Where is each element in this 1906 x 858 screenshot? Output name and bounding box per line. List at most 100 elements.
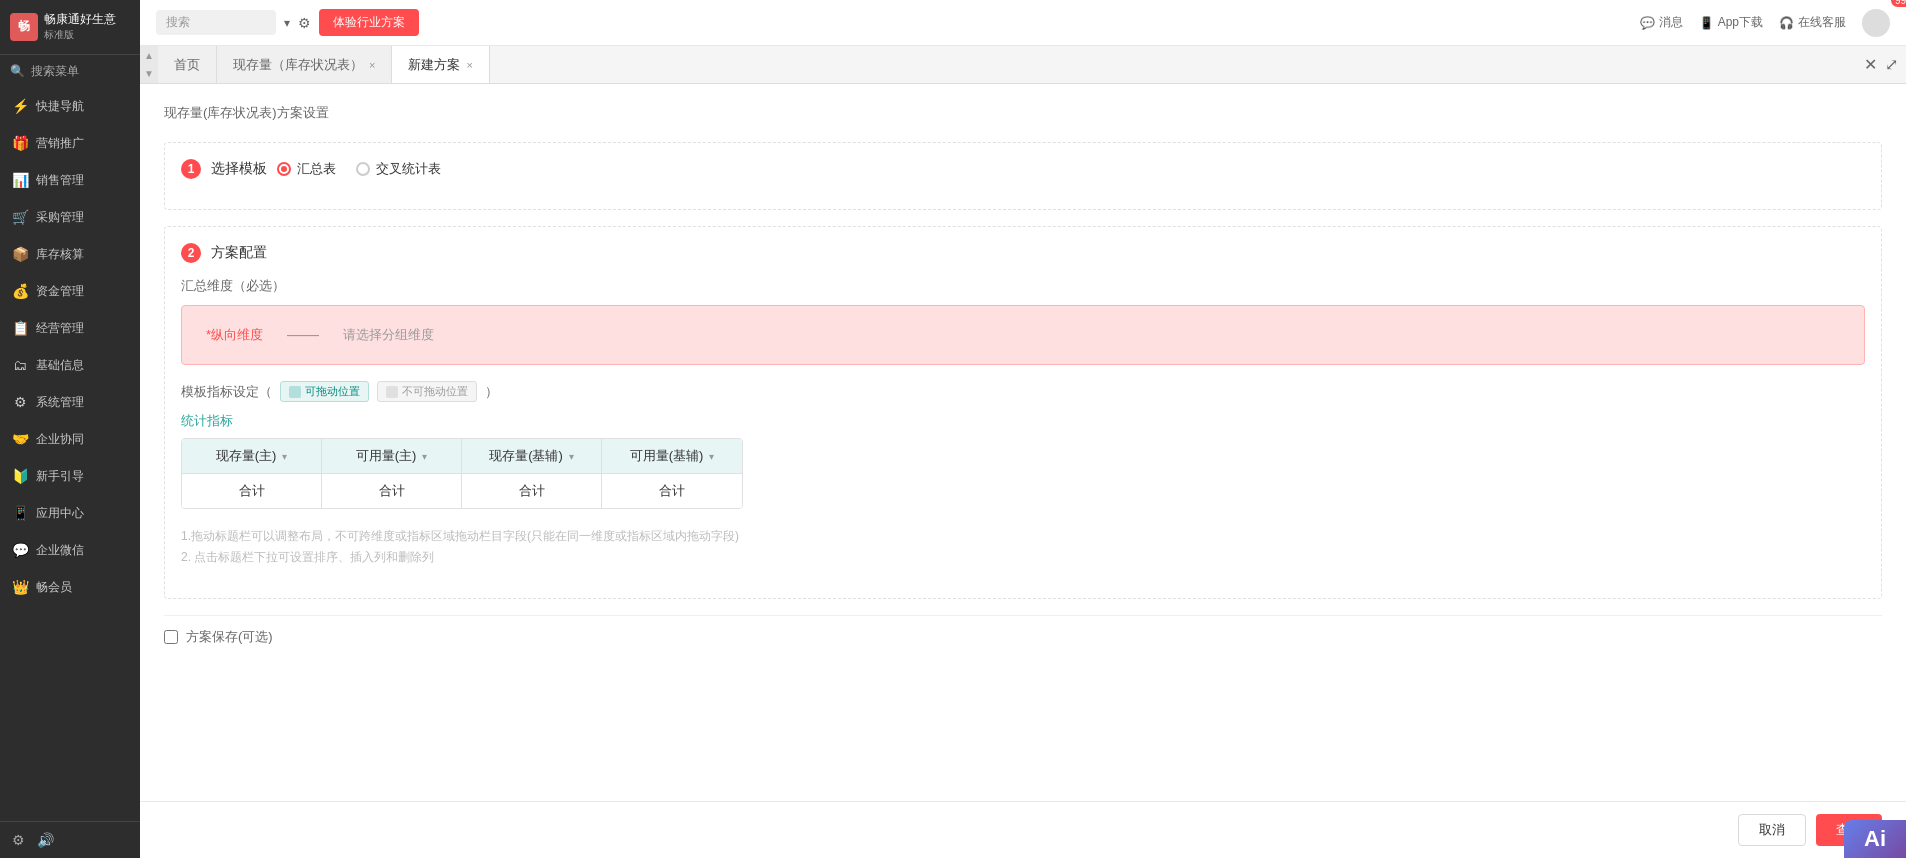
sidebar-item-wechat[interactable]: 💬 企业微信 bbox=[0, 532, 140, 569]
operations-icon: 📋 bbox=[12, 320, 28, 336]
tab-inventory[interactable]: 现存量（库存状况表） × bbox=[217, 46, 392, 83]
sidebar-nav: ⚡ 快捷导航 🎁 营销推广 📊 销售管理 🛒 采购管理 📦 库存核算 💰 资金管… bbox=[0, 88, 140, 821]
stat-col-1[interactable]: 现存量(主) ▾ bbox=[182, 439, 322, 473]
summary-dimension-label: 汇总维度（必选） bbox=[181, 277, 1865, 295]
stat-col-1-label: 现存量(主) bbox=[216, 447, 277, 465]
ai-badge[interactable]: Ai bbox=[1844, 820, 1906, 858]
chevron-down-icon-1[interactable]: ▾ bbox=[282, 451, 287, 462]
stat-cell-3: 合计 bbox=[462, 474, 602, 508]
non-draggable-label: 不可拖动位置 bbox=[402, 384, 468, 399]
stat-col-2[interactable]: 可用量(主) ▾ bbox=[322, 439, 462, 473]
app-download-icon: 📱 bbox=[1699, 16, 1714, 30]
sidebar-item-label: 企业协同 bbox=[36, 431, 84, 448]
online-service-btn[interactable]: 🎧 在线客服 bbox=[1779, 14, 1846, 31]
sidebar-item-label: 采购管理 bbox=[36, 209, 84, 226]
chevron-down-icon-3[interactable]: ▾ bbox=[569, 451, 574, 462]
sidebar-item-label: 经营管理 bbox=[36, 320, 84, 337]
tab-inventory-label: 现存量（库存状况表） bbox=[233, 56, 363, 74]
sidebar-item-basic[interactable]: 🗂 基础信息 bbox=[0, 347, 140, 384]
non-draggable-color-box bbox=[386, 386, 398, 398]
marketing-icon: 🎁 bbox=[12, 135, 28, 151]
sidebar-item-cooperation[interactable]: 🤝 企业协同 bbox=[0, 421, 140, 458]
tab-home-label: 首页 bbox=[174, 56, 200, 74]
arrow-down-icon: ▼ bbox=[144, 68, 154, 79]
page-title: 现存量(库存状况表)方案设置 bbox=[164, 104, 1882, 122]
dimension-placeholder: 请选择分组维度 bbox=[343, 326, 434, 344]
section-2: 2 方案配置 汇总维度（必选） *纵向维度 —— 请选择分组维度 模板指标设定（ bbox=[164, 226, 1882, 599]
save-checkbox[interactable] bbox=[164, 630, 178, 644]
sidebar-item-purchase[interactable]: 🛒 采购管理 bbox=[0, 199, 140, 236]
section-1: 1 选择模板 汇总表 交叉统计表 bbox=[164, 142, 1882, 210]
non-draggable-badge: 不可拖动位置 bbox=[377, 381, 477, 402]
tab-new-plan-close[interactable]: × bbox=[466, 59, 472, 71]
app-download-label: App下载 bbox=[1718, 14, 1763, 31]
sidebar-item-finance[interactable]: 💰 资金管理 bbox=[0, 273, 140, 310]
summary-dimension-section: 汇总维度（必选） *纵向维度 —— 请选择分组维度 bbox=[181, 277, 1865, 365]
radio-summary-dot bbox=[277, 162, 291, 176]
radio-cross[interactable]: 交叉统计表 bbox=[356, 160, 441, 178]
close-window-icon[interactable]: ✕ bbox=[1864, 55, 1877, 74]
inventory-icon: 📦 bbox=[12, 246, 28, 262]
tab-home[interactable]: 首页 bbox=[158, 46, 217, 83]
trial-button[interactable]: 体验行业方案 bbox=[319, 9, 419, 36]
sidebar: 畅 畅康通好生意 标准版 🔍 搜索菜单 ⚡ 快捷导航 🎁 营销推广 📊 销售管理… bbox=[0, 0, 140, 858]
topbar-gear-icon[interactable]: ⚙ bbox=[298, 15, 311, 31]
system-icon: ⚙ bbox=[12, 394, 28, 410]
bottom-bar: 取消 查询 bbox=[140, 801, 1906, 858]
template-radio-group: 汇总表 交叉统计表 bbox=[277, 160, 441, 178]
tips-section: 1.拖动标题栏可以调整布局，不可跨维度或指标区域拖动栏目字段(只能在同一维度或指… bbox=[181, 528, 1865, 566]
sidebar-item-label: 系统管理 bbox=[36, 394, 84, 411]
settings-icon[interactable]: ⚙ bbox=[12, 832, 25, 848]
sidebar-footer: ⚙ 🔊 bbox=[0, 821, 140, 858]
radio-cross-dot bbox=[356, 162, 370, 176]
section-1-number: 1 bbox=[181, 159, 201, 179]
app-download-btn[interactable]: 📱 App下载 bbox=[1699, 14, 1763, 31]
user-avatar[interactable] bbox=[1862, 9, 1890, 37]
stat-table: 现存量(主) ▾ 可用量(主) ▾ 现存量(基辅) ▾ bbox=[181, 438, 743, 509]
sidebar-item-appcenter[interactable]: 📱 应用中心 bbox=[0, 495, 140, 532]
sidebar-search[interactable]: 🔍 搜索菜单 bbox=[0, 55, 140, 88]
expand-window-icon[interactable]: ⤢ bbox=[1885, 55, 1898, 74]
section-2-number: 2 bbox=[181, 243, 201, 263]
purchase-icon: 🛒 bbox=[12, 209, 28, 225]
tip-2: 2. 点击标题栏下拉可设置排序、插入列和删除列 bbox=[181, 549, 1865, 566]
audio-icon[interactable]: 🔊 bbox=[37, 832, 54, 848]
tab-inventory-close[interactable]: × bbox=[369, 59, 375, 71]
chevron-down-icon-2[interactable]: ▾ bbox=[422, 451, 427, 462]
topbar-dropdown-icon[interactable]: ▾ bbox=[284, 16, 290, 30]
message-badge: 99+ bbox=[1891, 0, 1906, 7]
main-area: 搜索 ▾ ⚙ 体验行业方案 💬 消息 99+ 📱 App下载 🎧 在线客服 bbox=[140, 0, 1906, 858]
stat-col-4[interactable]: 可用量(基辅) ▾ bbox=[602, 439, 742, 473]
sidebar-item-marketing[interactable]: 🎁 营销推广 bbox=[0, 125, 140, 162]
scroll-up-arrow[interactable]: ▲ ▼ bbox=[140, 46, 158, 83]
sidebar-item-quick-nav[interactable]: ⚡ 快捷导航 bbox=[0, 88, 140, 125]
sidebar-item-inventory[interactable]: 📦 库存核算 bbox=[0, 236, 140, 273]
sidebar-item-newbie[interactable]: 🔰 新手引导 bbox=[0, 458, 140, 495]
message-btn[interactable]: 💬 消息 99+ bbox=[1640, 14, 1683, 31]
sidebar-item-sales[interactable]: 📊 销售管理 bbox=[0, 162, 140, 199]
sidebar-item-operations[interactable]: 📋 经营管理 bbox=[0, 310, 140, 347]
sidebar-item-member[interactable]: 👑 畅会员 bbox=[0, 569, 140, 606]
sidebar-item-label: 销售管理 bbox=[36, 172, 84, 189]
stat-col-3[interactable]: 现存量(基辅) ▾ bbox=[462, 439, 602, 473]
stat-table-row-1: 合计 合计 合计 合计 bbox=[182, 473, 742, 508]
tab-new-plan[interactable]: 新建方案 × bbox=[392, 46, 489, 83]
cancel-button[interactable]: 取消 bbox=[1738, 814, 1806, 846]
topbar-right: 💬 消息 99+ 📱 App下载 🎧 在线客服 bbox=[1640, 9, 1890, 37]
app-logo: 畅 畅康通好生意 标准版 bbox=[0, 0, 140, 55]
sidebar-item-label: 企业微信 bbox=[36, 542, 84, 559]
win-controls: ✕ ⤢ bbox=[1864, 46, 1906, 83]
finance-icon: 💰 bbox=[12, 283, 28, 299]
online-service-label: 在线客服 bbox=[1798, 14, 1846, 31]
top-bar: 搜索 ▾ ⚙ 体验行业方案 💬 消息 99+ 📱 App下载 🎧 在线客服 bbox=[140, 0, 1906, 46]
basic-icon: 🗂 bbox=[12, 357, 28, 373]
radio-summary-label: 汇总表 bbox=[297, 160, 336, 178]
sidebar-item-system[interactable]: ⚙ 系统管理 bbox=[0, 384, 140, 421]
dimension-area[interactable]: *纵向维度 —— 请选择分组维度 bbox=[181, 305, 1865, 365]
message-icon: 💬 bbox=[1640, 16, 1655, 30]
tab-bar: ▲ ▼ 首页 现存量（库存状况表） × 新建方案 × ✕ ⤢ bbox=[140, 46, 1906, 84]
chevron-down-icon-4[interactable]: ▾ bbox=[709, 451, 714, 462]
radio-summary[interactable]: 汇总表 bbox=[277, 160, 336, 178]
quick-nav-icon: ⚡ bbox=[12, 98, 28, 114]
newbie-icon: 🔰 bbox=[12, 468, 28, 484]
